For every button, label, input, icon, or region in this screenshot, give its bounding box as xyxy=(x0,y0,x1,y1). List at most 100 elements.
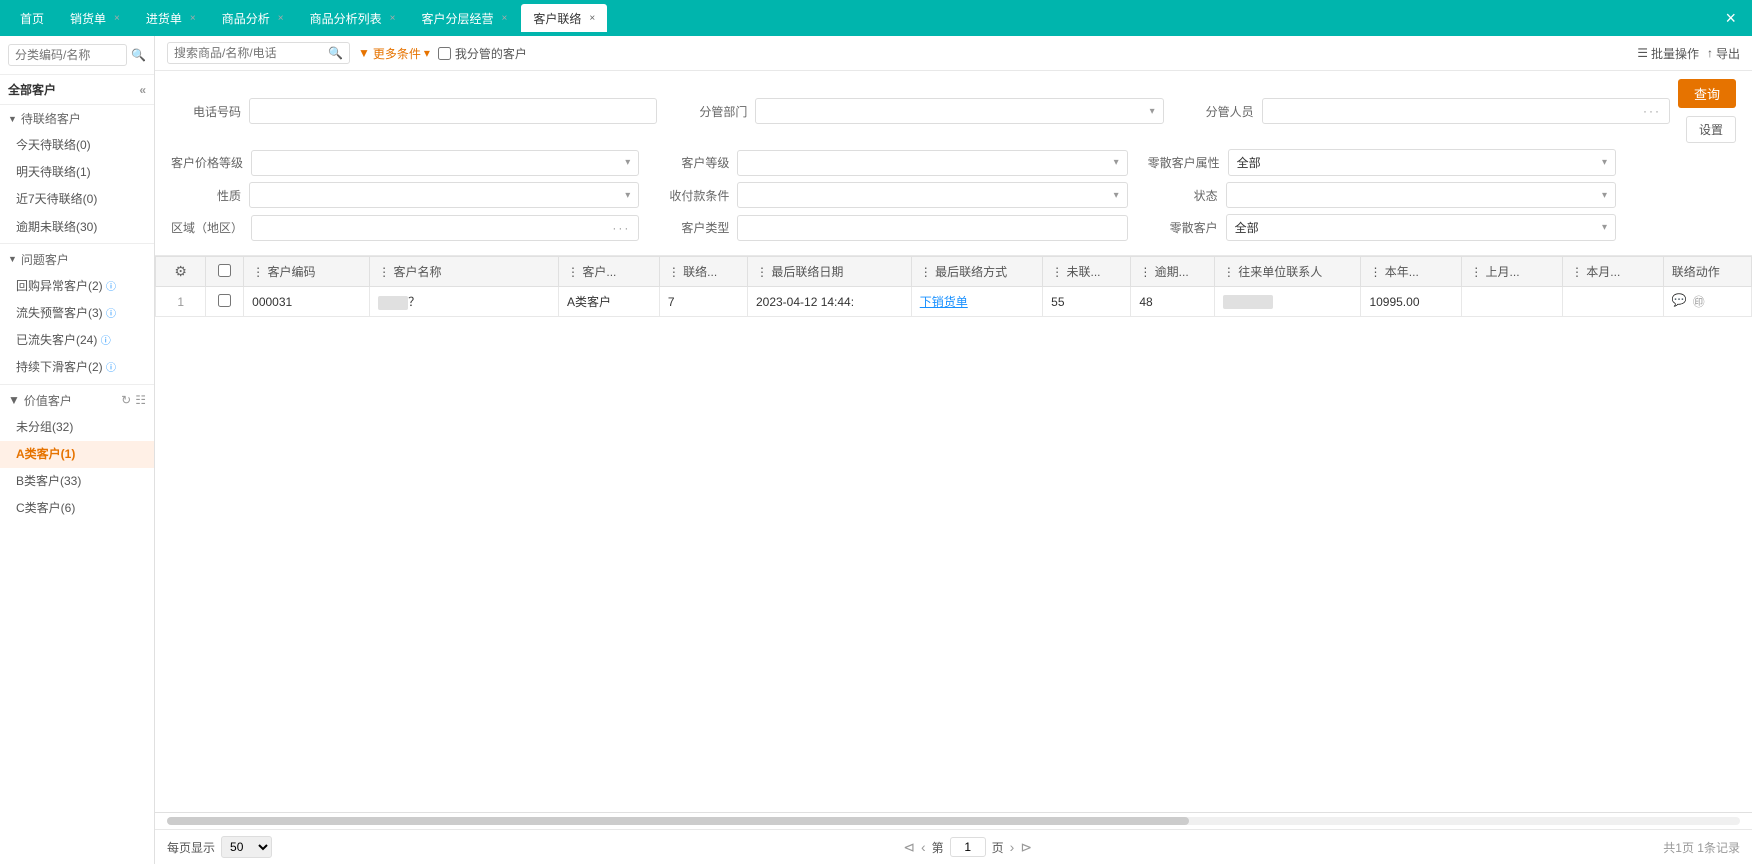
page-size-select[interactable]: 50 100 200 xyxy=(221,836,272,858)
group-pending-contact[interactable]: ▼ 待联络客户 xyxy=(0,105,154,132)
tab-home[interactable]: 首页 xyxy=(8,4,56,32)
sidebar-item-tomorrow-pending[interactable]: 明天待联络(1) xyxy=(0,159,154,186)
filter-retail-attr-select[interactable]: 全部▾ xyxy=(1228,149,1616,176)
filter-area: 电话号码 分管部门 ▾ 分管人员 ··· xyxy=(155,71,1752,256)
group-problem-customers[interactable]: ▼ 问题客户 xyxy=(0,246,154,273)
filter-retail-select[interactable]: 全部▾ xyxy=(1226,214,1616,241)
sidebar-search-input[interactable] xyxy=(8,44,127,66)
scrollbar-thumb[interactable] xyxy=(167,817,1189,825)
window-close-button[interactable]: × xyxy=(1717,8,1744,29)
sidebar-item-today-pending[interactable]: 今天待联络(0) xyxy=(0,132,154,159)
sidebar-collapse-icon[interactable]: « xyxy=(139,83,146,97)
filter-nature-select[interactable]: ▾ xyxy=(249,182,639,208)
close-tab-analysis[interactable]: × xyxy=(278,13,284,24)
sidebar-item-churned[interactable]: 已流失客户(24) ⓘ xyxy=(0,327,154,354)
sidebar-item-b-class[interactable]: B类客户(33) xyxy=(0,468,154,495)
filter-phone-input[interactable] xyxy=(249,98,657,124)
filter-region-input[interactable]: ··· xyxy=(251,215,639,241)
sidebar-item-overdue-contact[interactable]: 逾期未联络(30) xyxy=(0,214,154,241)
col-header-last-month[interactable]: ⋮ 上月... xyxy=(1462,257,1563,287)
last-way-link[interactable]: 下销货单 xyxy=(920,295,968,309)
col-header-this-month[interactable]: ⋮ 本月... xyxy=(1562,257,1663,287)
close-tab-customer-segment[interactable]: × xyxy=(501,13,507,24)
row-overdue: 48 xyxy=(1131,287,1215,317)
row-code: 000031 xyxy=(244,287,370,317)
close-tab-customer-contact[interactable]: × xyxy=(589,13,595,24)
table-area: ⚙ ⋮ 客户编码 ⋮ 客户名称 ⋮ 客户... xyxy=(155,256,1752,812)
row-checkbox[interactable] xyxy=(218,294,231,307)
sidebar-item-7day-pending[interactable]: 近7天待联络(0) xyxy=(0,186,154,213)
filter-customer-type-input[interactable] xyxy=(737,215,1127,241)
filter-person-label: 分管人员 xyxy=(1184,103,1254,120)
filter-row-4: 区域（地区） ··· 客户类型 零散客户 全部▾ xyxy=(171,214,1736,241)
sidebar-item-c-class[interactable]: C类客户(6) xyxy=(0,495,154,522)
setting-button[interactable]: 设置 xyxy=(1686,116,1736,143)
chat-icon[interactable]: 💬 xyxy=(1672,293,1687,310)
my-customers-checkbox[interactable] xyxy=(438,47,451,60)
horizontal-scrollbar[interactable] xyxy=(167,817,1740,825)
tab-analysis-list[interactable]: 商品分析列表 × xyxy=(298,4,408,32)
search-input[interactable] xyxy=(174,46,324,60)
next-page-btn[interactable]: › xyxy=(1010,839,1015,855)
row-company-contact xyxy=(1214,287,1361,317)
pagination: ⊲ ‹ 第 页 › ⊳ xyxy=(903,837,1032,857)
col-header-name[interactable]: ⋮ 客户名称 xyxy=(370,257,559,287)
col-header-type[interactable]: ⋮ 客户... xyxy=(559,257,660,287)
add-group-icon[interactable]: ☷ xyxy=(135,393,146,407)
tab-purchase[interactable]: 进货单 × xyxy=(134,4,208,32)
select-all-checkbox[interactable] xyxy=(218,264,231,277)
filter-payment-select[interactable]: ▾ xyxy=(737,182,1127,208)
filter-price-grade-select[interactable]: ▾ xyxy=(251,150,639,176)
tab-analysis[interactable]: 商品分析 × xyxy=(210,4,296,32)
row-last-date: 2023-04-12 14:44: xyxy=(747,287,911,317)
filter-dept-select[interactable]: ▾ xyxy=(755,98,1163,124)
content-area: 🔍 ▼ 更多条件 ▾ 我分管的客户 ☰ 批量操作 ↑ 导出 xyxy=(155,36,1752,864)
sidebar-item-churn-warning[interactable]: 流失预警客户(3) ⓘ xyxy=(0,300,154,327)
qr-icon[interactable]: ㊞ xyxy=(1693,293,1705,310)
filter-status-select[interactable]: ▾ xyxy=(1226,182,1616,208)
toolbar-right: ☰ 批量操作 ↑ 导出 xyxy=(1637,45,1740,62)
search-box: 🔍 xyxy=(167,42,350,64)
search-icon[interactable]: 🔍 xyxy=(328,46,343,60)
filter-status: 状态 ▾ xyxy=(1148,182,1616,208)
close-tab-purchase[interactable]: × xyxy=(190,13,196,24)
page-number-input[interactable] xyxy=(950,837,986,857)
sidebar-item-a-class[interactable]: A类客户(1) xyxy=(0,441,154,468)
sidebar-item-repurchase-abnormal[interactable]: 回购异常客户(2) ⓘ xyxy=(0,273,154,300)
col-gear: ⚙ xyxy=(156,257,206,287)
col-header-year[interactable]: ⋮ 本年... xyxy=(1361,257,1462,287)
col-header-no-contact[interactable]: ⋮ 未联... xyxy=(1043,257,1131,287)
tab-customer-segment[interactable]: 客户分层经营 × xyxy=(409,4,519,32)
col-header-company[interactable]: ⋮ 往来单位联系人 xyxy=(1214,257,1361,287)
export-button[interactable]: ↑ 导出 xyxy=(1707,45,1740,62)
filter-status-label: 状态 xyxy=(1148,187,1218,204)
batch-ops-button[interactable]: ☰ 批量操作 xyxy=(1637,45,1699,62)
group-value-customers[interactable]: ▼ 价值客户 ↻ ☷ xyxy=(0,387,154,414)
refresh-icon[interactable]: ↻ xyxy=(121,393,131,407)
col-header-last-way[interactable]: ⋮ 最后联络方式 xyxy=(911,257,1042,287)
first-page-btn[interactable]: ⊲ xyxy=(903,839,915,856)
sidebar-search-icon[interactable]: 🔍 xyxy=(131,48,146,62)
close-tab-sales[interactable]: × xyxy=(114,13,120,24)
col-header-last-date[interactable]: ⋮ 最后联络日期 xyxy=(747,257,911,287)
filter-person-input[interactable]: ··· xyxy=(1262,98,1670,124)
filter-customer-grade-select[interactable]: ▾ xyxy=(737,150,1127,176)
filter-retail: 零散客户 全部▾ xyxy=(1148,214,1616,241)
last-page-btn[interactable]: ⊳ xyxy=(1020,839,1032,856)
tab-customer-contact[interactable]: 客户联络 × xyxy=(521,4,607,32)
tab-sales[interactable]: 销货单 × xyxy=(58,4,132,32)
sidebar-item-declining[interactable]: 持续下滑客户(2) ⓘ xyxy=(0,354,154,381)
gear-icon[interactable]: ⚙ xyxy=(174,263,187,279)
my-customers-checkbox-area: 我分管的客户 xyxy=(438,45,527,62)
row-year-amount: 10995.00 xyxy=(1361,287,1462,317)
close-tab-analysis-list[interactable]: × xyxy=(390,13,396,24)
main-layout: 🔍 全部客户 « ▼ 待联络客户 今天待联络(0) 明天待联络(1) 近7天待联… xyxy=(0,36,1752,864)
col-header-code[interactable]: ⋮ 客户编码 xyxy=(244,257,370,287)
col-header-overdue[interactable]: ⋮ 逾期... xyxy=(1131,257,1215,287)
prev-page-btn[interactable]: ‹ xyxy=(921,839,926,855)
sidebar-item-unclassified[interactable]: 未分组(32) xyxy=(0,414,154,441)
col-header-contact[interactable]: ⋮ 联络... xyxy=(659,257,747,287)
filter-dept: 分管部门 ▾ xyxy=(677,98,1163,124)
query-button[interactable]: 查询 xyxy=(1678,79,1736,108)
more-conditions-btn[interactable]: ▼ 更多条件 ▾ xyxy=(358,45,430,62)
